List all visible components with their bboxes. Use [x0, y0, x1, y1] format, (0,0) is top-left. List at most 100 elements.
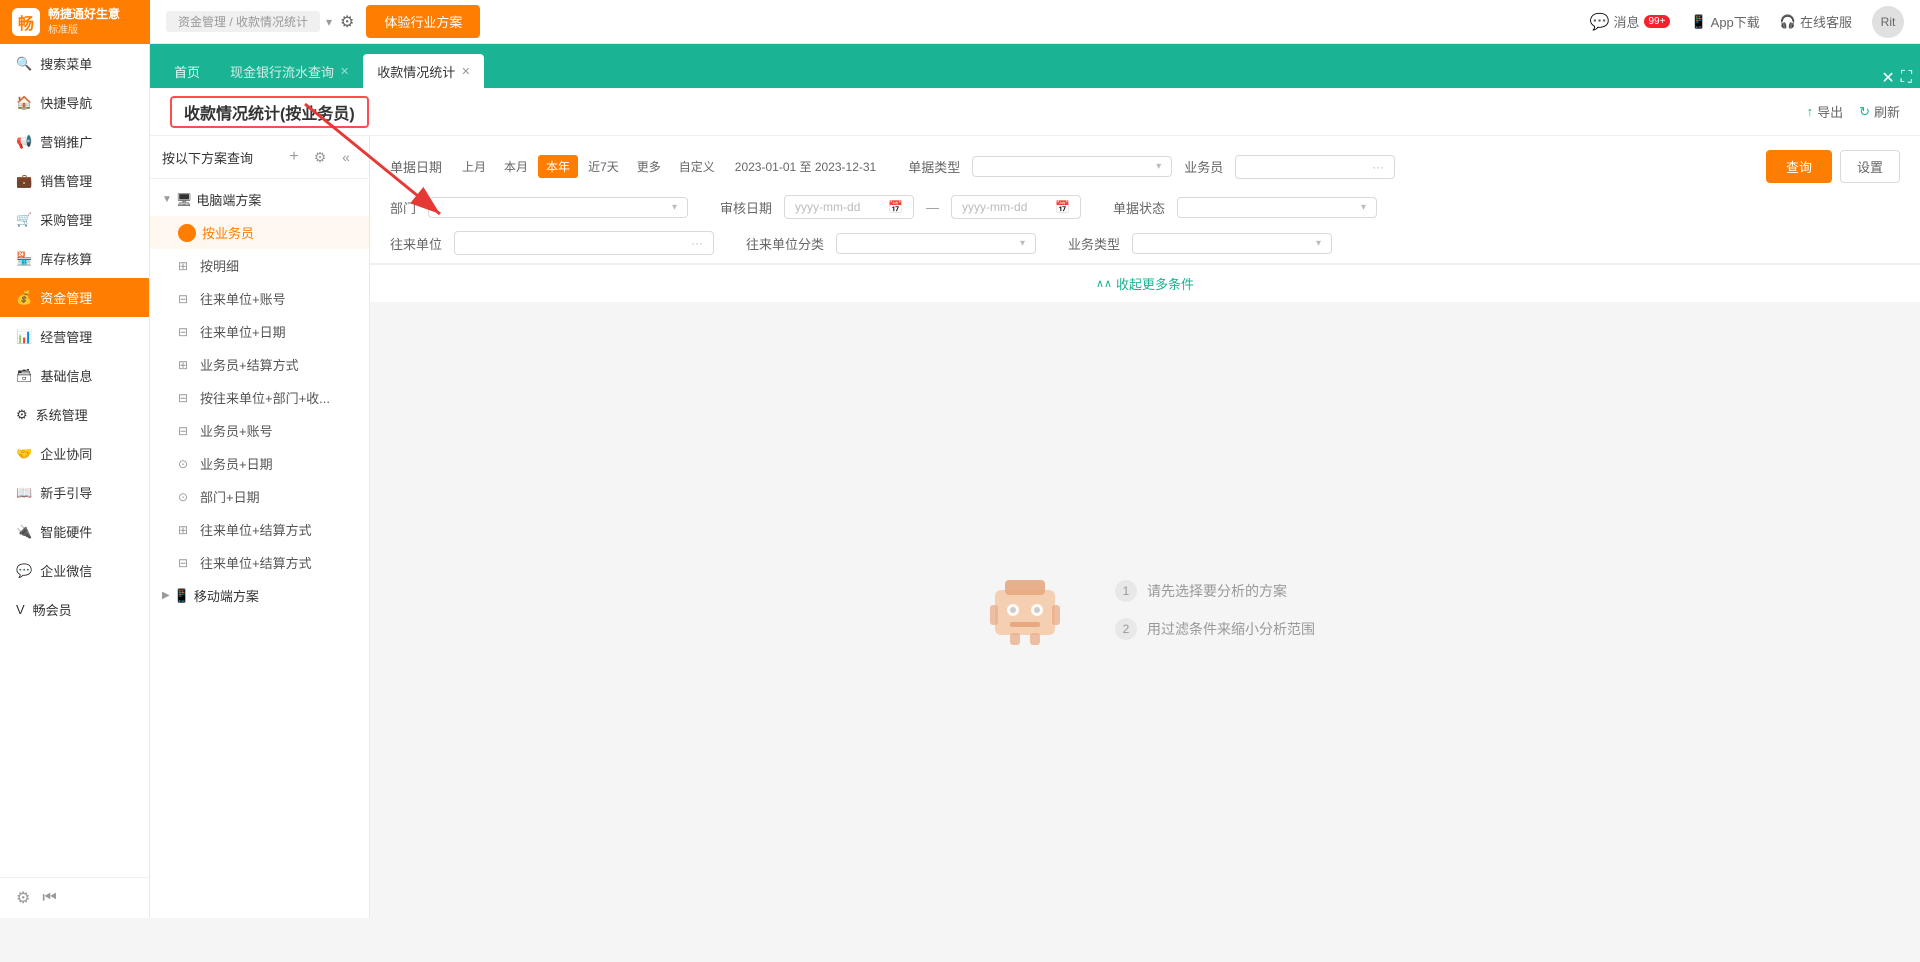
- message-btn[interactable]: 💬 消息 99+: [1590, 12, 1671, 32]
- sidebar-item-basic[interactable]: 🗃 基础信息: [0, 356, 149, 395]
- sidebar-item-finance[interactable]: 💰 资金管理: [0, 278, 149, 317]
- counterpart-select[interactable]: ···: [454, 231, 714, 255]
- item-icon: ⊞: [178, 358, 194, 372]
- scheme-header: 按以下方案查询 + ⚙ «: [150, 136, 369, 179]
- sidebar-item-marketing[interactable]: 📢 营销推广: [0, 122, 149, 161]
- scheme-item-salesperson[interactable]: 按业务员: [150, 216, 369, 249]
- date-tab-7days[interactable]: 近7天: [580, 155, 627, 178]
- inventory-icon: 🏪: [16, 251, 32, 267]
- scheme-item-salesperson-account[interactable]: ⊟ 业务员+账号: [150, 414, 369, 447]
- salesperson-select[interactable]: ···: [1235, 155, 1395, 179]
- sidebar-item-purchase[interactable]: 🛒 采购管理: [0, 200, 149, 239]
- member-icon: V: [16, 602, 25, 617]
- counterpart-classify-select[interactable]: ▾: [836, 233, 1036, 254]
- date-tab-thismonth[interactable]: 本月: [496, 155, 536, 178]
- guide-icon: 📖: [16, 485, 32, 501]
- sidebar-item-quicknav[interactable]: 🏠 快捷导航: [0, 83, 149, 122]
- tab-close-window-btn[interactable]: ✕: [1881, 68, 1894, 88]
- scheme-setting-btn[interactable]: ⚙: [309, 146, 331, 168]
- query-btn[interactable]: 查询: [1766, 150, 1832, 183]
- empty-tip-2: 2 用过滤条件来缩小分析范围: [1115, 618, 1315, 640]
- export-btn[interactable]: ↑ 导出: [1807, 102, 1844, 121]
- tab-close-receipt[interactable]: ✕: [461, 65, 470, 78]
- settings-button[interactable]: ⚙: [340, 12, 354, 32]
- trial-btn[interactable]: 体验行业方案: [366, 5, 480, 38]
- date-tab-custom[interactable]: 自定义: [671, 155, 723, 178]
- scheme-item-detail[interactable]: ⊞ 按明细: [150, 249, 369, 282]
- sidebar-item-system[interactable]: ⚙ 系统管理: [0, 395, 149, 434]
- business-type-select[interactable]: ▾: [1132, 233, 1332, 254]
- page-title-bar: 收款情况统计(按业务员) ↑ 导出 ↻ 刷新: [150, 88, 1920, 136]
- date-tabs: 上月 本月 本年 近7天 更多 自定义: [454, 155, 723, 178]
- empty-tip-1: 1 请先选择要分析的方案: [1115, 580, 1315, 602]
- item-icon: ⊞: [178, 259, 194, 273]
- classify-dropdown: ▾: [1020, 238, 1025, 249]
- tab-home[interactable]: 首页: [158, 54, 216, 88]
- review-date-to[interactable]: yyyy-mm-dd 📅: [951, 195, 1081, 219]
- sidebar-item-inventory[interactable]: 🏪 库存核算: [0, 239, 149, 278]
- scheme-item-unit-date[interactable]: ⊟ 往来单位+日期: [150, 315, 369, 348]
- content-area: 按以下方案查询 + ⚙ « ▼ 🖥 电脑端方案: [150, 136, 1920, 918]
- date-tab-more[interactable]: 更多: [629, 155, 669, 178]
- scheme-item-unit-settle1[interactable]: ⊞ 往来单位+结算方式: [150, 513, 369, 546]
- review-date-from[interactable]: yyyy-mm-dd 📅: [784, 195, 914, 219]
- scheme-item-unit-dept[interactable]: ⊟ 按往来单位+部门+收...: [150, 381, 369, 414]
- dept-select[interactable]: ▾: [428, 197, 688, 218]
- search-icon: 🔍: [16, 56, 32, 72]
- empty-state: 1 请先选择要分析的方案 2 用过滤条件来缩小分析范围: [370, 302, 1920, 918]
- tab-maximize-btn[interactable]: ⛶: [1901, 69, 1912, 87]
- sidebar-item-search[interactable]: 🔍 搜索菜单: [0, 44, 149, 83]
- avatar[interactable]: Rit: [1872, 6, 1904, 38]
- sales-icon: 💼: [16, 173, 32, 189]
- item-icon: ⊟: [178, 556, 194, 570]
- scheme-collapse-btn[interactable]: «: [335, 146, 357, 168]
- scheme-group-desktop: ▼ 🖥 电脑端方案 按业务员 ⊞ 按明细: [150, 183, 369, 579]
- sidebar-item-member[interactable]: V 畅会员: [0, 590, 149, 629]
- counterpart-dots: ···: [691, 236, 703, 250]
- refresh-icon: ↻: [1859, 104, 1870, 120]
- sidebar-item-sales[interactable]: 💼 销售管理: [0, 161, 149, 200]
- quicknav-icon: 🏠: [16, 95, 32, 111]
- biztype-dropdown: ▾: [1316, 238, 1321, 249]
- scheme-item-salesperson-settle[interactable]: ⊞ 业务员+结算方式: [150, 348, 369, 381]
- sidebar-item-hardware[interactable]: 🔌 智能硬件: [0, 512, 149, 551]
- business-type-label: 业务类型: [1068, 234, 1120, 253]
- empty-tips: 1 请先选择要分析的方案 2 用过滤条件来缩小分析范围: [1115, 580, 1315, 640]
- tab-close-bank[interactable]: ✕: [340, 65, 349, 78]
- sidebar-item-wechat[interactable]: 💬 企业微信: [0, 551, 149, 590]
- edition-badge: 标准版: [48, 21, 120, 36]
- dept-label: 部门: [390, 198, 416, 217]
- scheme-group-desktop-header[interactable]: ▼ 🖥 电脑端方案: [150, 183, 369, 216]
- app-download-btn[interactable]: 📱 App下载: [1690, 12, 1759, 31]
- purchase-icon: 🛒: [16, 212, 32, 228]
- scheme-add-btn[interactable]: +: [283, 146, 305, 168]
- doc-status-select[interactable]: ▾: [1177, 197, 1377, 218]
- scheme-item-salesperson-date[interactable]: ⊙ 业务员+日期: [150, 447, 369, 480]
- date-tab-lastmonth[interactable]: 上月: [454, 155, 494, 178]
- scheme-item-unit-settle2[interactable]: ⊟ 往来单位+结算方式: [150, 546, 369, 579]
- scheme-item-unit-account[interactable]: ⊟ 往来单位+账号: [150, 282, 369, 315]
- date-range-display: 2023-01-01 至 2023-12-31: [735, 158, 876, 175]
- refresh-btn[interactable]: ↻ 刷新: [1859, 102, 1900, 121]
- tab-bar: 首页 现金银行流水查询 ✕ 收款情况统计 ✕ ✕ ⛶: [150, 44, 1920, 88]
- scheme-group-mobile-header[interactable]: ▶ 📱 移动端方案: [150, 579, 369, 612]
- footer-collapse-icon[interactable]: ⏮: [42, 889, 56, 907]
- tab-receipt-stats[interactable]: 收款情况统计 ✕: [363, 54, 484, 88]
- tip-text-2: 用过滤条件来缩小分析范围: [1147, 619, 1315, 639]
- sidebar-item-cooperation[interactable]: 🤝 企业协同: [0, 434, 149, 473]
- scheme-item-dept-date[interactable]: ⊙ 部门+日期: [150, 480, 369, 513]
- sidebar: 🔍 搜索菜单 🏠 快捷导航 📢 营销推广 💼 销售管理 🛒 采购管理 🏪 库存核…: [0, 44, 150, 918]
- collapse-bar[interactable]: ∧∧ 收起更多条件: [370, 264, 1920, 302]
- scheme-header-title: 按以下方案查询: [162, 148, 279, 167]
- date-tab-thisyear[interactable]: 本年: [538, 155, 578, 178]
- doc-type-select[interactable]: ▾: [972, 156, 1172, 177]
- breadcrumb-dropdown-icon[interactable]: ▾: [326, 15, 332, 29]
- scheme-list: ▼ 🖥 电脑端方案 按业务员 ⊞ 按明细: [150, 179, 369, 918]
- setting-btn[interactable]: 设置: [1840, 150, 1900, 183]
- item-icon: ⊟: [178, 292, 194, 306]
- tab-bank-flow[interactable]: 现金银行流水查询 ✕: [216, 54, 363, 88]
- footer-settings-icon[interactable]: ⚙: [16, 888, 30, 908]
- sidebar-item-operations[interactable]: 📊 经营管理: [0, 317, 149, 356]
- online-service-btn[interactable]: 🎧 在线客服: [1780, 12, 1852, 31]
- sidebar-item-guide[interactable]: 📖 新手引导: [0, 473, 149, 512]
